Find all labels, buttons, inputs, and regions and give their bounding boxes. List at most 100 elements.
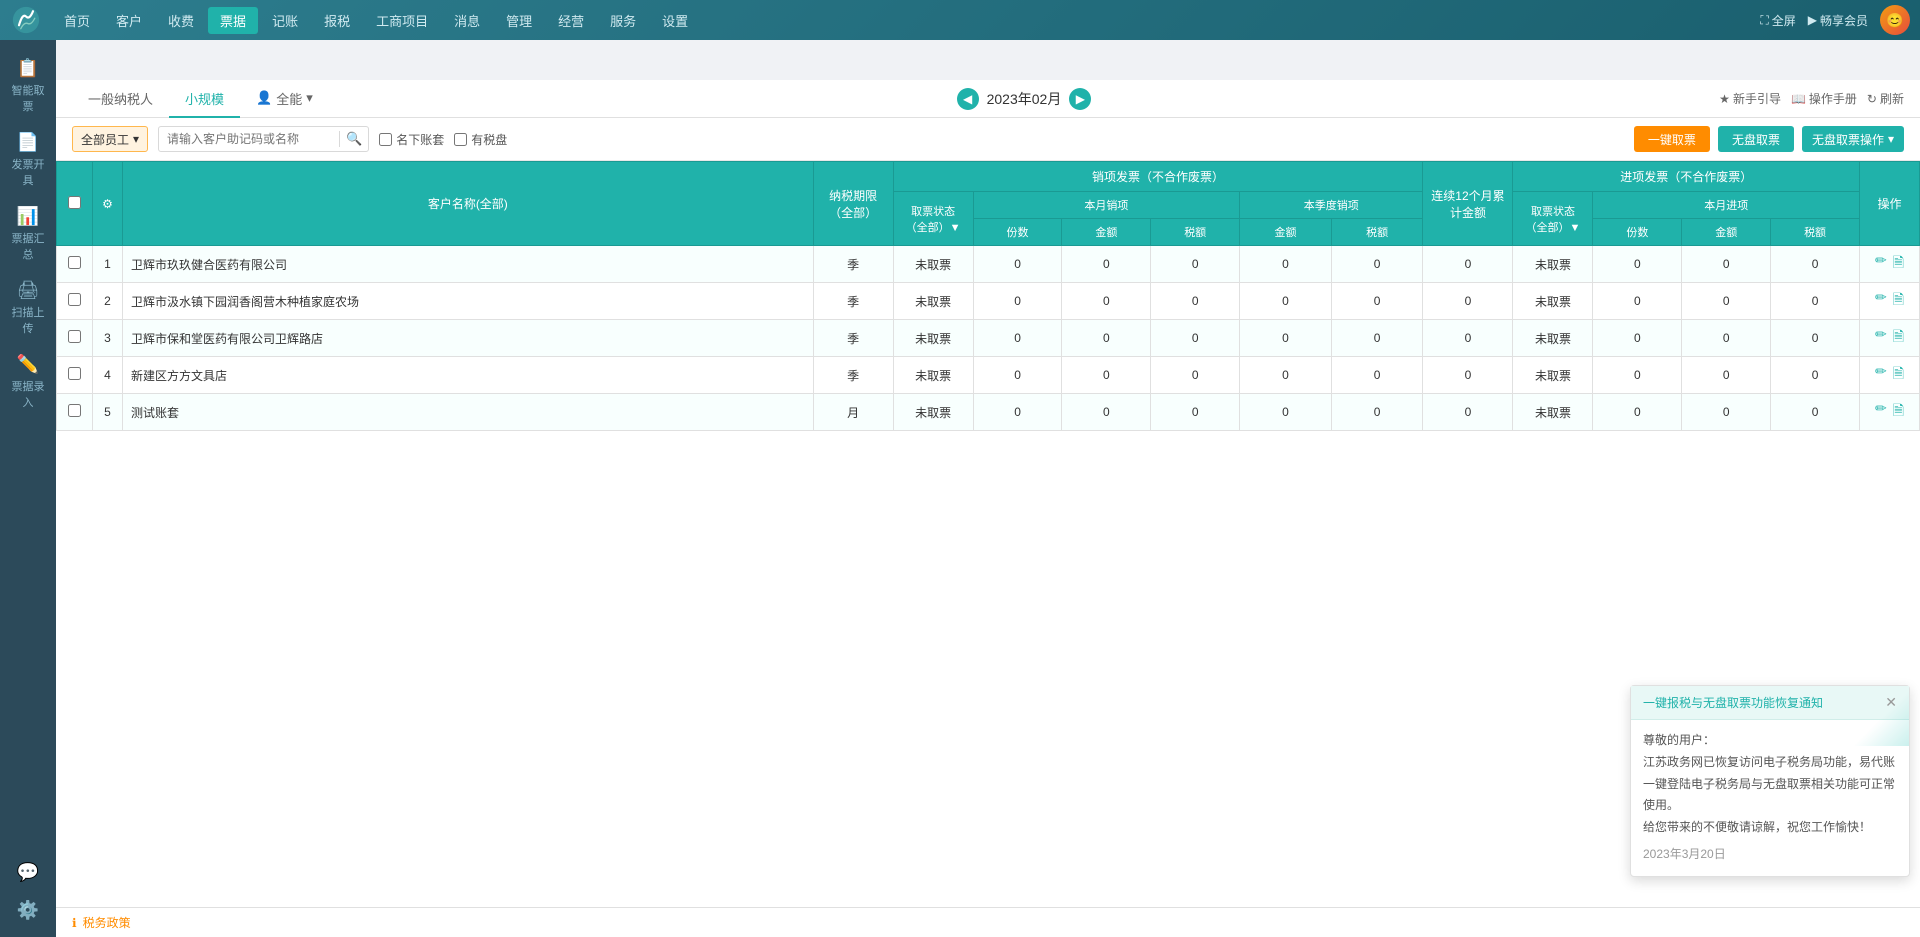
col-sales-season: 本季度销项 (1240, 192, 1423, 219)
sidebar-settings-btn[interactable]: ⚙️ (11, 894, 45, 927)
user-avatar[interactable]: 😊 (1880, 5, 1910, 35)
row-checkbox[interactable] (68, 256, 81, 269)
row-s-amount: 0 (1062, 246, 1151, 283)
row-12m-link[interactable]: 0 (1465, 294, 1472, 308)
row-sq-amount-link[interactable]: 0 (1282, 405, 1289, 419)
checkbox-my-accounts-input[interactable] (379, 133, 392, 146)
row-purchase-status: 未取票 (1513, 283, 1593, 320)
refresh-btn[interactable]: ↻ 刷新 (1867, 90, 1904, 107)
period-next-btn[interactable]: ▶ (1069, 88, 1091, 110)
search-button[interactable]: 🔍 (339, 131, 368, 147)
fullscreen-btn[interactable]: ⛶ 全屏 (1760, 12, 1795, 29)
row-12m-link[interactable]: 0 (1465, 368, 1472, 382)
row-purchase-status: 未取票 (1513, 246, 1593, 283)
sidebar: 📋 智能取票 📄 发票开具 📊 票据汇总 🖨 扫描上传 ✏️ 票据录入 💬 ⚙️ (0, 40, 56, 937)
employee-select[interactable]: 全部员工 ▾ (72, 126, 148, 152)
row-checkbox[interactable] (68, 293, 81, 306)
row-s-tax: 0 (1151, 394, 1240, 431)
popup-watermark-decoration (1829, 686, 1909, 746)
nav-accounting[interactable]: 记账 (260, 7, 310, 34)
edit-icon[interactable]: ✏ (1875, 289, 1887, 313)
edit-icon[interactable]: ✏ (1875, 363, 1887, 387)
nav-manage[interactable]: 管理 (494, 7, 544, 34)
row-sq-amount-link[interactable]: 0 (1282, 294, 1289, 308)
nav-message[interactable]: 消息 (442, 7, 492, 34)
popup-body-text: 江苏政务网已恢复访问电子税务局功能，易代账一键登陆电子税务局与无盘取票相关功能可… (1643, 752, 1897, 817)
row-checkbox[interactable] (68, 330, 81, 343)
action-icons-wrap: ✏ 🗎 (1864, 363, 1915, 387)
col-s-amount: 金额 (1062, 219, 1151, 246)
sidebar-item-invoice-open[interactable]: 📄 发票开具 (3, 124, 53, 196)
col-s-tax: 税额 (1151, 219, 1240, 246)
edit-icon[interactable]: ✏ (1875, 400, 1887, 424)
smart-fetch-icon: 📋 (17, 58, 39, 79)
row-checkbox[interactable] (68, 367, 81, 380)
row-12m-link[interactable]: 0 (1465, 331, 1472, 345)
row-s-tax: 0 (1151, 320, 1240, 357)
manual-btn[interactable]: 📖 操作手册 (1791, 90, 1857, 107)
one-key-fetch-btn[interactable]: 一键取票 (1634, 126, 1710, 152)
checkbox-my-accounts[interactable]: 名下账套 (379, 131, 444, 148)
table-row: 4 新建区方方文具店 季 未取票 0 0 0 0 0 0 未取票 0 0 0 ✏… (57, 357, 1920, 394)
row-no: 3 (93, 320, 123, 357)
sidebar-item-invoice-summary[interactable]: 📊 票据汇总 (3, 198, 53, 270)
nav-menu: 首页 客户 收费 票据 记账 报税 工商项目 消息 管理 经营 服务 设置 (52, 7, 1760, 34)
nav-home[interactable]: 首页 (52, 7, 102, 34)
col-action-header: 操作 (1860, 162, 1920, 246)
tax-policy-link[interactable]: 税务政策 (83, 914, 131, 931)
checkbox-has-disk[interactable]: 有税盘 (454, 131, 507, 148)
detail-icon[interactable]: 🗎 (1893, 363, 1904, 387)
vip-btn[interactable]: ▶ 畅享会员 (1808, 12, 1868, 29)
row-checkbox[interactable] (68, 404, 81, 417)
row-sales-status: 未取票 (893, 394, 973, 431)
nav-tax[interactable]: 报税 (312, 7, 362, 34)
sidebar-item-smart-fetch[interactable]: 📋 智能取票 (3, 50, 53, 122)
nav-settings[interactable]: 设置 (650, 7, 700, 34)
no-disk-ops-btn[interactable]: 无盘取票操作 ▾ (1802, 126, 1904, 152)
detail-icon[interactable]: 🗎 (1893, 289, 1904, 313)
period-label: 2023年02月 (987, 89, 1062, 109)
row-s-shares: 0 (973, 246, 1062, 283)
row-no: 2 (93, 283, 123, 320)
action-icons-wrap: ✏ 🗎 (1864, 289, 1915, 313)
row-p-amount: 0 (1682, 394, 1771, 431)
sidebar-item-invoice-entry[interactable]: ✏️ 票据录入 (3, 346, 53, 418)
employee-label: 全部员工 (81, 131, 129, 148)
new-guide-btn[interactable]: ★ 新手引导 (1719, 90, 1781, 107)
col-p-amount: 金额 (1682, 219, 1771, 246)
sidebar-chat-btn[interactable]: 💬 (11, 856, 45, 889)
detail-icon[interactable]: 🗎 (1893, 326, 1904, 350)
select-all-checkbox[interactable] (68, 196, 81, 209)
col-tax-period: 纳税期限（全部） (813, 162, 893, 246)
row-sq-amount-link[interactable]: 0 (1282, 257, 1289, 271)
detail-icon[interactable]: 🗎 (1893, 400, 1904, 424)
sidebar-item-scan-upload[interactable]: 🖨 扫描上传 (3, 272, 53, 344)
row-sq-amount-link[interactable]: 0 (1282, 331, 1289, 345)
nav-billing[interactable]: 收费 (156, 7, 206, 34)
row-p-tax: 0 (1771, 246, 1860, 283)
tab-all-capable[interactable]: 👤 全能 ▾ (240, 81, 329, 118)
row-sales-status: 未取票 (893, 357, 973, 394)
row-12m-link[interactable]: 0 (1465, 405, 1472, 419)
edit-icon[interactable]: ✏ (1875, 326, 1887, 350)
edit-icon[interactable]: ✏ (1875, 252, 1887, 276)
nav-service[interactable]: 服务 (598, 7, 648, 34)
row-12m-amount: 0 (1423, 320, 1513, 357)
invoice-open-icon: 📄 (17, 132, 39, 153)
search-input[interactable] (159, 129, 339, 149)
nav-operation[interactable]: 经营 (546, 7, 596, 34)
nav-business[interactable]: 工商项目 (364, 7, 440, 34)
nav-invoice[interactable]: 票据 (208, 7, 258, 34)
row-12m-link[interactable]: 0 (1465, 257, 1472, 271)
checkbox-has-disk-input[interactable] (454, 133, 467, 146)
book-icon: 📖 (1791, 92, 1806, 106)
tab-small-scale[interactable]: 小规模 (169, 81, 240, 118)
row-sq-amount-link[interactable]: 0 (1282, 368, 1289, 382)
tab-general-taxpayer[interactable]: 一般纳税人 (72, 81, 169, 118)
period-prev-btn[interactable]: ◀ (957, 88, 979, 110)
nav-customer[interactable]: 客户 (104, 7, 154, 34)
detail-icon[interactable]: 🗎 (1893, 252, 1904, 276)
chevron-down-icon: ▾ (306, 90, 313, 106)
no-disk-fetch-btn[interactable]: 无盘取票 (1718, 126, 1794, 152)
row-12m-amount: 0 (1423, 283, 1513, 320)
